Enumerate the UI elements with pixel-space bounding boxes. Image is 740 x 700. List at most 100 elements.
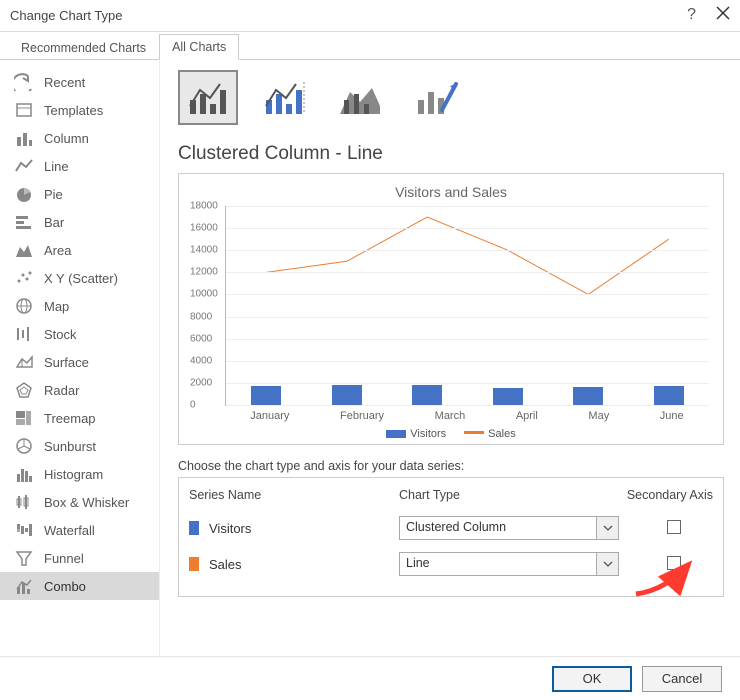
sidebar-item-radar[interactable]: Radar	[0, 376, 159, 404]
titlebar: Change Chart Type ?	[0, 0, 740, 32]
y-tick: 6000	[190, 333, 212, 344]
sidebar-item-label: Line	[44, 159, 69, 174]
x-y-scatter--icon	[14, 269, 34, 287]
sidebar-item-label: Sunburst	[44, 439, 96, 454]
bar-june	[654, 386, 684, 405]
sidebar-item-label: Recent	[44, 75, 85, 90]
sidebar-item-line[interactable]: Line	[0, 152, 159, 180]
sidebar-item-map[interactable]: Map	[0, 292, 159, 320]
chooser-label: Choose the chart type and axis for your …	[178, 459, 724, 473]
bar-march	[412, 385, 442, 405]
subtype-clustered-column-line[interactable]	[178, 70, 238, 125]
column-icon	[14, 129, 34, 147]
series-name-label: Visitors	[209, 521, 251, 536]
sidebar-item-surface[interactable]: Surface	[0, 348, 159, 376]
funnel-icon	[14, 549, 34, 567]
dropdown-value: Line	[400, 553, 596, 575]
y-tick: 0	[190, 400, 196, 411]
sidebar-item-label: Surface	[44, 355, 89, 370]
plot-area: 0200040006000800010000120001400016000180…	[225, 206, 709, 406]
bar-february	[332, 385, 362, 405]
y-tick: 18000	[190, 201, 218, 212]
y-tick: 4000	[190, 355, 212, 366]
sidebar-item-x-y-scatter-[interactable]: X Y (Scatter)	[0, 264, 159, 292]
sidebar-item-label: Column	[44, 131, 89, 146]
sidebar-item-label: Histogram	[44, 467, 103, 482]
x-label: March	[435, 410, 466, 422]
x-axis-labels: January February March April May June	[225, 410, 709, 422]
chart-category-sidebar: Recent Templates Column Line Pie Bar Area X Y (…	[0, 60, 160, 656]
chevron-down-icon	[596, 553, 618, 575]
y-tick: 16000	[190, 223, 218, 234]
sidebar-item-histogram[interactable]: Histogram	[0, 460, 159, 488]
stock-icon	[14, 325, 34, 343]
recent-icon	[14, 73, 34, 91]
tab-all-charts[interactable]: All Charts	[159, 34, 239, 60]
x-label: May	[588, 410, 609, 422]
chart-title: Visitors and Sales	[185, 184, 717, 200]
histogram-icon	[14, 465, 34, 483]
sidebar-item-templates[interactable]: Templates	[0, 96, 159, 124]
window-title: Change Chart Type	[10, 8, 123, 23]
chart-type-dropdown-visitors[interactable]: Clustered Column	[399, 516, 619, 540]
line-icon	[14, 157, 34, 175]
pie-icon	[14, 185, 34, 203]
series-swatch	[189, 521, 199, 535]
subtype-stacked-area-column[interactable]	[330, 70, 390, 125]
header-series-name: Series Name	[189, 488, 399, 502]
y-tick: 14000	[190, 245, 218, 256]
x-label: April	[516, 410, 538, 422]
bar-may	[573, 387, 603, 405]
legend-visitors: Visitors	[410, 428, 446, 440]
sidebar-item-column[interactable]: Column	[0, 124, 159, 152]
y-tick: 12000	[190, 267, 218, 278]
x-label: June	[660, 410, 684, 422]
dialog-footer: OK Cancel	[0, 656, 740, 700]
sidebar-item-recent[interactable]: Recent	[0, 68, 159, 96]
x-label: February	[340, 410, 384, 422]
bar-icon	[14, 213, 34, 231]
sidebar-item-label: Map	[44, 299, 69, 314]
sunburst-icon	[14, 437, 34, 455]
tab-recommended-charts[interactable]: Recommended Charts	[8, 35, 159, 60]
header-chart-type: Chart Type	[399, 488, 603, 502]
help-icon[interactable]: ?	[687, 6, 696, 24]
y-tick: 10000	[190, 289, 218, 300]
sidebar-item-sunburst[interactable]: Sunburst	[0, 432, 159, 460]
x-label: January	[250, 410, 289, 422]
sidebar-item-funnel[interactable]: Funnel	[0, 544, 159, 572]
sidebar-item-label: Funnel	[44, 551, 84, 566]
close-icon[interactable]	[716, 6, 730, 23]
sidebar-item-bar[interactable]: Bar	[0, 208, 159, 236]
subtype-custom-combo[interactable]	[406, 70, 466, 125]
secondary-axis-checkbox-visitors[interactable]	[667, 520, 681, 534]
chart-type-dropdown-sales[interactable]: Line	[399, 552, 619, 576]
sidebar-item-label: Stock	[44, 327, 77, 342]
series-swatch	[189, 557, 199, 571]
ok-button[interactable]: OK	[552, 666, 632, 692]
sidebar-item-label: Bar	[44, 215, 64, 230]
y-tick: 2000	[190, 377, 212, 388]
sidebar-item-treemap[interactable]: Treemap	[0, 404, 159, 432]
sidebar-item-pie[interactable]: Pie	[0, 180, 159, 208]
bar-april	[493, 388, 523, 405]
sidebar-item-stock[interactable]: Stock	[0, 320, 159, 348]
annotation-arrow	[631, 554, 701, 598]
sidebar-item-label: X Y (Scatter)	[44, 271, 118, 286]
sidebar-item-label: Combo	[44, 579, 86, 594]
sidebar-item-box-whisker[interactable]: Box & Whisker	[0, 488, 159, 516]
waterfall-icon	[14, 521, 34, 539]
legend-sales: Sales	[488, 428, 516, 440]
subtype-clustered-column-line-secondary[interactable]	[254, 70, 314, 125]
sidebar-item-label: Treemap	[44, 411, 96, 426]
combo-subtype-thumbs	[178, 70, 724, 125]
bar-january	[251, 386, 281, 405]
sidebar-item-waterfall[interactable]: Waterfall	[0, 516, 159, 544]
sidebar-item-combo[interactable]: Combo	[0, 572, 159, 600]
surface-icon	[14, 353, 34, 371]
sidebar-item-label: Templates	[44, 103, 103, 118]
sidebar-item-area[interactable]: Area	[0, 236, 159, 264]
sidebar-item-label: Waterfall	[44, 523, 95, 538]
templates-icon	[14, 101, 34, 119]
cancel-button[interactable]: Cancel	[642, 666, 722, 692]
